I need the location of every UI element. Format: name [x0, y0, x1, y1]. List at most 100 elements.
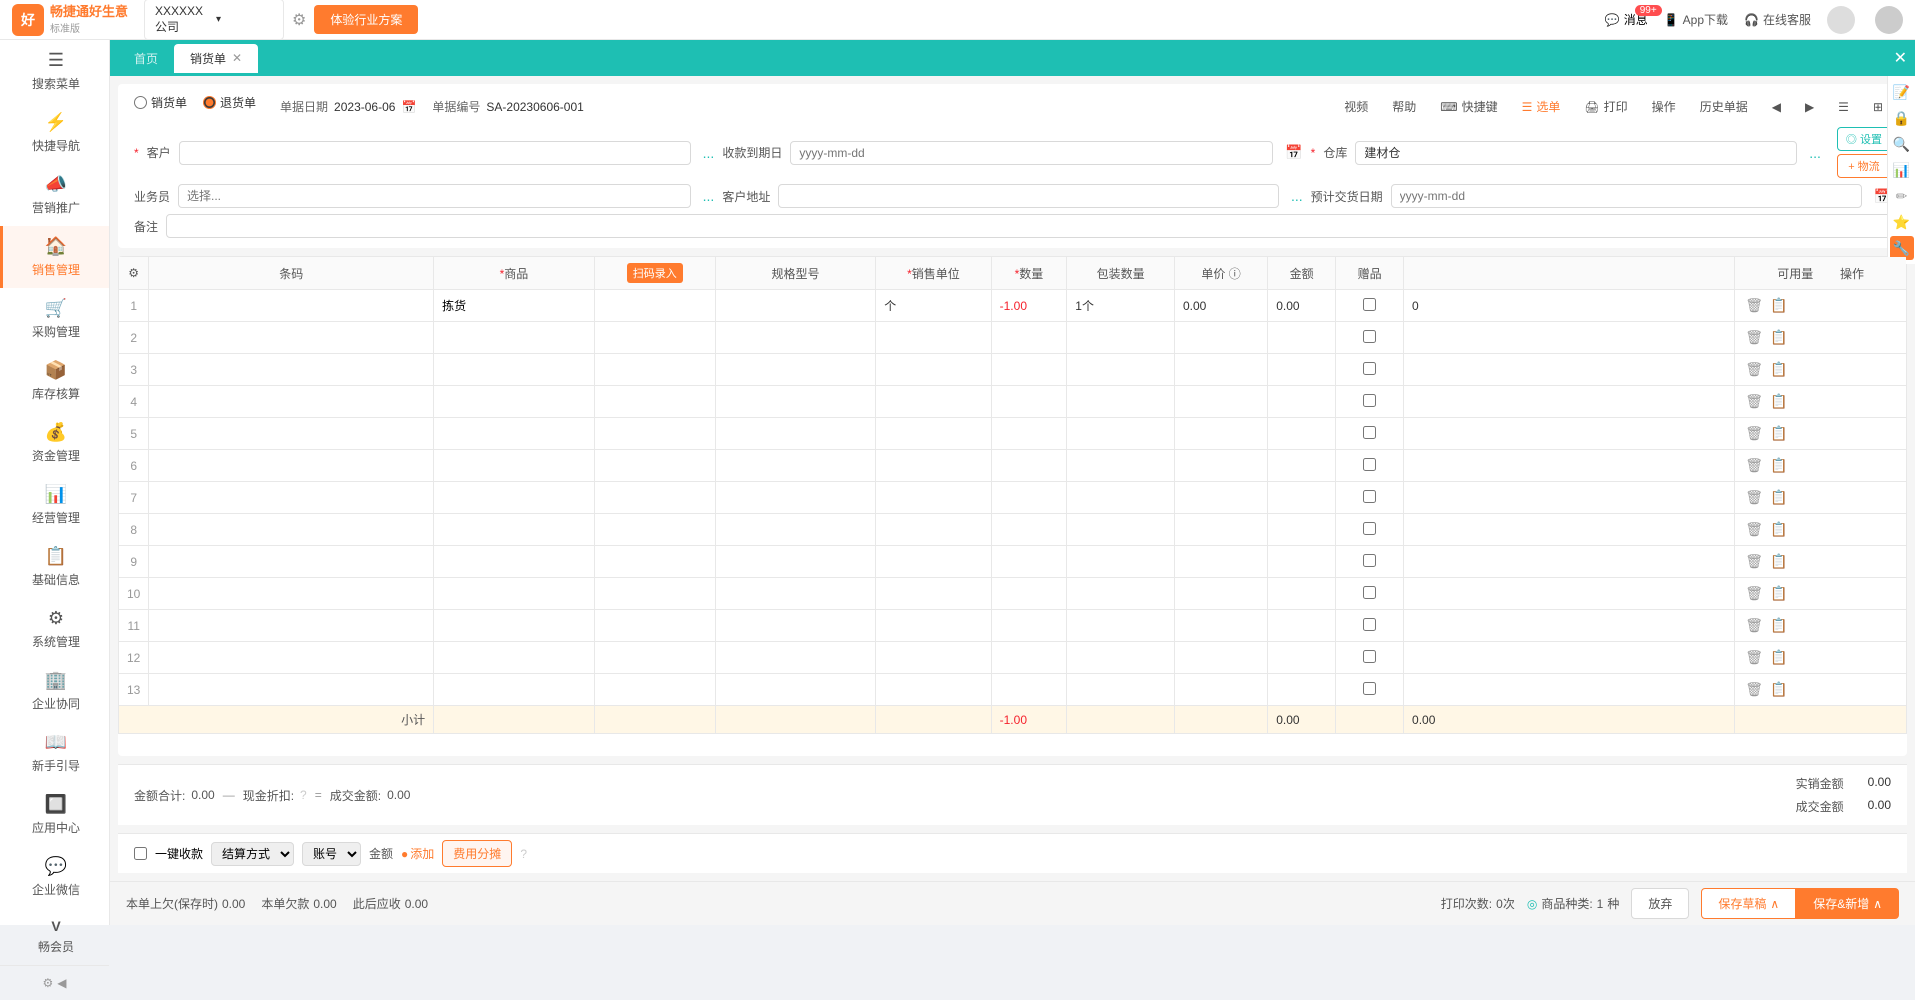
cell-price[interactable]	[1174, 386, 1267, 418]
cell-barcode[interactable]	[149, 418, 434, 450]
cell-spec[interactable]	[715, 642, 876, 674]
copy-row-btn[interactable]: 📋	[1768, 327, 1789, 348]
cell-barcode[interactable]	[149, 290, 434, 322]
cell-gift[interactable]	[1336, 290, 1404, 322]
tab-close-icon[interactable]: ✕	[232, 51, 242, 65]
cell-spec[interactable]	[715, 354, 876, 386]
cell-price[interactable]: 0.00	[1174, 290, 1267, 322]
nav-prev-btn[interactable]: ◀	[1764, 96, 1789, 118]
radio-return[interactable]: 退货单	[203, 94, 256, 111]
cell-goods[interactable]	[434, 354, 595, 386]
cell-barcode[interactable]	[149, 482, 434, 514]
cell-price[interactable]	[1174, 642, 1267, 674]
cell-price[interactable]	[1174, 674, 1267, 706]
delete-row-btn[interactable]: 🗑	[1743, 647, 1765, 668]
sidebar-item-base-info[interactable]: 📋 基础信息	[0, 536, 109, 598]
cell-amount[interactable]	[1268, 354, 1336, 386]
trial-btn[interactable]: 体验行业方案	[314, 5, 418, 34]
copy-row-btn[interactable]: 📋	[1768, 423, 1789, 444]
cell-gift[interactable]	[1336, 514, 1404, 546]
cell-unit[interactable]	[876, 610, 991, 642]
scan-btn[interactable]: 扫码录入	[627, 263, 683, 283]
message-btn[interactable]: 💬 消息 99+	[1605, 11, 1648, 28]
cell-qty[interactable]	[991, 354, 1067, 386]
copy-row-btn[interactable]: 📋	[1768, 391, 1789, 412]
copy-row-btn[interactable]: 📋	[1768, 551, 1789, 572]
th-settings[interactable]: ⚙	[119, 257, 149, 290]
close-all-tabs-icon[interactable]: ✕	[1894, 48, 1907, 68]
cell-unit[interactable]	[876, 546, 991, 578]
cell-spec[interactable]	[715, 322, 876, 354]
sidebar-item-purchase[interactable]: 🛒 采购管理	[0, 288, 109, 350]
cell-pkg-qty[interactable]	[1067, 642, 1175, 674]
sidebar-bottom-settings[interactable]: ⚙ ◀	[0, 966, 109, 1000]
copy-row-btn[interactable]: 📋	[1768, 583, 1789, 604]
print-btn[interactable]: 🖨 打印	[1576, 94, 1635, 119]
delete-row-btn[interactable]: 🗑	[1743, 519, 1765, 540]
sidebar-item-enterprise[interactable]: 🏢 企业协同	[0, 660, 109, 722]
sales-person-input[interactable]	[178, 184, 691, 208]
cell-qty[interactable]	[991, 450, 1067, 482]
cell-barcode[interactable]	[149, 386, 434, 418]
delete-row-btn[interactable]: 🗑	[1743, 391, 1765, 412]
save-draft-btn[interactable]: 保存草稿 ∧	[1701, 888, 1796, 919]
sidebar-item-app-center[interactable]: 🔲 应用中心	[0, 784, 109, 846]
cell-barcode[interactable]	[149, 322, 434, 354]
sidebar-item-system[interactable]: ⚙ 系统管理	[0, 598, 109, 660]
customer-addr-dots[interactable]: ...	[1291, 188, 1303, 204]
sidebar-item-finance[interactable]: 💰 资金管理	[0, 412, 109, 474]
cell-barcode[interactable]	[149, 674, 434, 706]
cell-pkg-qty[interactable]	[1067, 418, 1175, 450]
cell-amount[interactable]	[1268, 546, 1336, 578]
shortcut-btn[interactable]: ⌨ 快捷键	[1432, 94, 1505, 119]
cell-unit[interactable]	[876, 450, 991, 482]
cell-price[interactable]	[1174, 322, 1267, 354]
cell-gift[interactable]	[1336, 578, 1404, 610]
cell-gift[interactable]	[1336, 418, 1404, 450]
delete-row-btn[interactable]: 🗑	[1743, 423, 1765, 444]
cell-qty[interactable]	[991, 546, 1067, 578]
cell-gift[interactable]	[1336, 322, 1404, 354]
delete-row-btn[interactable]: 🗑	[1743, 583, 1765, 604]
cell-barcode[interactable]	[149, 610, 434, 642]
cell-unit[interactable]	[876, 674, 991, 706]
cell-pkg-qty[interactable]	[1067, 386, 1175, 418]
cell-goods[interactable]	[434, 610, 595, 642]
cell-unit[interactable]	[876, 322, 991, 354]
customer-input[interactable]	[179, 141, 691, 165]
cell-spec[interactable]	[715, 578, 876, 610]
cell-spec[interactable]	[715, 482, 876, 514]
video-btn[interactable]: 视频	[1336, 94, 1376, 119]
cell-price[interactable]	[1174, 546, 1267, 578]
cell-price[interactable]	[1174, 578, 1267, 610]
sidebar-item-sales[interactable]: 🏠 销售管理	[0, 226, 109, 288]
cell-goods[interactable]	[434, 290, 595, 322]
copy-row-btn[interactable]: 📋	[1768, 519, 1789, 540]
cell-spec[interactable]	[715, 450, 876, 482]
cell-spec[interactable]	[715, 610, 876, 642]
cell-spec[interactable]	[715, 418, 876, 450]
cell-pkg-qty[interactable]	[1067, 578, 1175, 610]
app-download-btn[interactable]: 📱 App下载	[1664, 11, 1728, 28]
cell-amount[interactable]	[1268, 386, 1336, 418]
cell-amount[interactable]	[1268, 642, 1336, 674]
cell-goods[interactable]	[434, 450, 595, 482]
view-list-btn[interactable]: ☰	[1830, 96, 1857, 118]
note-input[interactable]	[166, 214, 1891, 238]
cell-price[interactable]	[1174, 610, 1267, 642]
cell-unit[interactable]	[876, 514, 991, 546]
cell-unit[interactable]	[876, 578, 991, 610]
cell-goods[interactable]	[434, 322, 595, 354]
cell-spec[interactable]	[715, 386, 876, 418]
cell-amount[interactable]	[1268, 578, 1336, 610]
company-selector[interactable]: XXXXXX公司 ▾	[144, 0, 284, 40]
cell-barcode[interactable]	[149, 514, 434, 546]
customer-dots[interactable]: ...	[703, 145, 715, 161]
cell-qty[interactable]	[991, 610, 1067, 642]
cell-pkg-qty[interactable]	[1067, 322, 1175, 354]
sales-person-dots[interactable]: ...	[703, 188, 715, 204]
logistics-btn[interactable]: + 物流	[1837, 154, 1891, 178]
copy-row-btn[interactable]: 📋	[1768, 615, 1789, 636]
cell-qty[interactable]	[991, 514, 1067, 546]
rp-search-icon[interactable]: 🔍	[1890, 132, 1914, 156]
